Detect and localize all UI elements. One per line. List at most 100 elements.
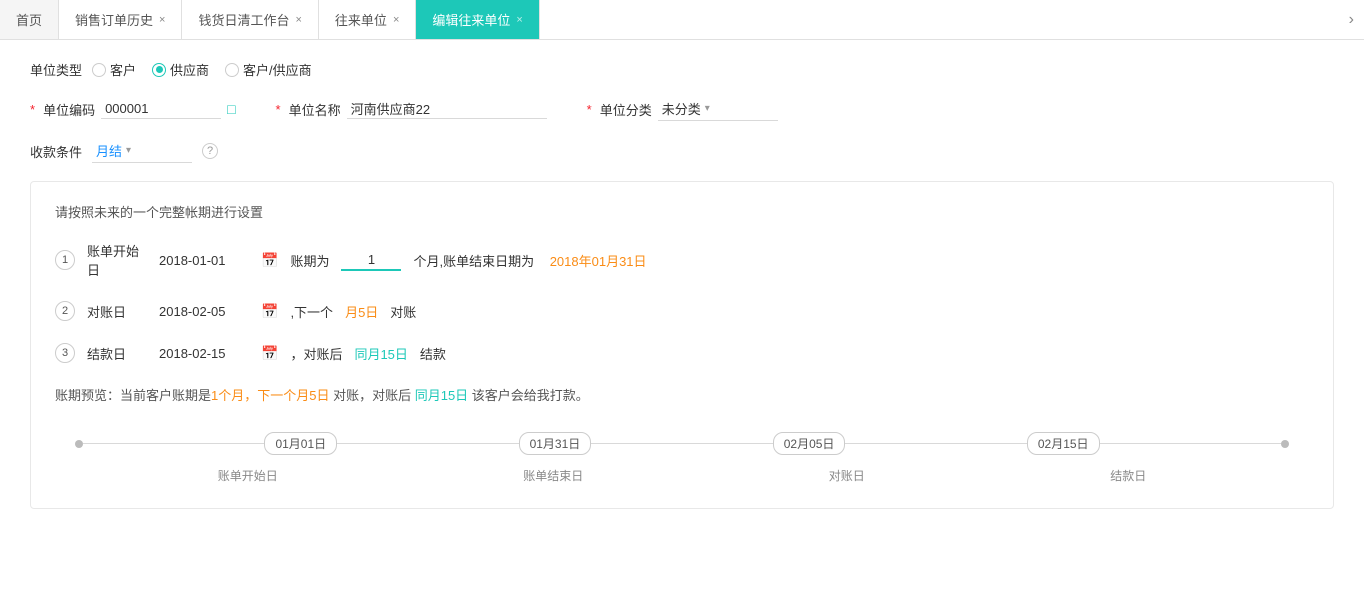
radio-circle-both bbox=[225, 63, 239, 77]
period-card: 请按照未来的一个完整帐期进行设置 1 账单开始日 2018-01-01 📅 账期… bbox=[30, 181, 1334, 509]
period-desc-prefix-0: 账期为 bbox=[290, 251, 329, 270]
tl-line-0 bbox=[83, 443, 264, 444]
card-title: 请按照未来的一个完整帐期进行设置 bbox=[55, 202, 1309, 221]
tab-close-edit-counterparty[interactable]: × bbox=[516, 14, 522, 26]
timeline-labels: 账单开始日 账单结束日 对账日 结款日 bbox=[55, 463, 1309, 488]
unit-type-label: 单位类型 bbox=[30, 60, 82, 79]
radio-circle-customer bbox=[92, 63, 106, 77]
content-area: 单位类型 客户 供应商 客户/供应商 * 单位编码 □ * 单位名称 bbox=[0, 40, 1364, 608]
unit-name-input[interactable] bbox=[347, 99, 547, 119]
preview-label: 账期预览：当前客户账期是 bbox=[55, 388, 211, 403]
period-input-0[interactable] bbox=[341, 250, 401, 271]
copy-icon[interactable]: □ bbox=[227, 101, 235, 117]
unit-category-star: * bbox=[587, 102, 592, 117]
unit-category-select[interactable]: 未分类 ▾ bbox=[658, 97, 778, 121]
payment-condition-row: 收款条件 月结 ▾ ? bbox=[30, 139, 1334, 163]
period-date-1: 2018-02-05 bbox=[159, 304, 249, 319]
radio-circle-supplier bbox=[152, 63, 166, 77]
period-num-2: 3 bbox=[55, 343, 75, 363]
tab-edit-counterparty[interactable]: 编辑往来单位 × bbox=[416, 0, 539, 39]
tl-line-last bbox=[1100, 443, 1281, 444]
preview-part-1: 下一个月5日 bbox=[257, 388, 329, 403]
unit-info-row: * 单位编码 □ * 单位名称 * 单位分类 未分类 ▾ bbox=[30, 97, 1334, 121]
period-desc-suffix-1: 对账 bbox=[390, 302, 416, 321]
radio-supplier[interactable]: 供应商 bbox=[152, 60, 209, 79]
payment-condition-chevron: ▾ bbox=[126, 145, 131, 156]
timeline: 01月01日 01月31日 02月05日 02月15日 bbox=[55, 424, 1309, 463]
tab-label-sales-history: 销售订单历史 bbox=[75, 10, 153, 29]
tab-label-edit-counterparty: 编辑往来单位 bbox=[432, 10, 510, 29]
period-row-2: 2 对账日 2018-02-05 📅 ,下一个 月5日 对账 bbox=[55, 301, 1309, 321]
period-desc-suffix-0: 个月,账单结束日期为 bbox=[413, 251, 537, 270]
tab-close-sales-history[interactable]: × bbox=[159, 14, 165, 26]
unit-code-input[interactable] bbox=[101, 99, 221, 119]
tl-label-1: 账单结束日 bbox=[523, 467, 583, 484]
calendar-icon-0[interactable]: 📅 bbox=[261, 252, 278, 269]
tl-badge-0: 01月01日 bbox=[264, 432, 337, 455]
period-rows: 1 账单开始日 2018-01-01 📅 账期为 个月,账单结束日期为 2018… bbox=[55, 241, 1309, 363]
period-label-2: 结款日 bbox=[87, 344, 147, 363]
radio-both[interactable]: 客户/供应商 bbox=[225, 60, 312, 79]
period-desc-prefix-1: ,下一个 bbox=[290, 302, 333, 321]
unit-type-row: 单位类型 客户 供应商 客户/供应商 bbox=[30, 60, 1334, 79]
question-icon[interactable]: ? bbox=[202, 143, 218, 159]
calendar-icon-2[interactable]: 📅 bbox=[261, 345, 278, 362]
calendar-icon-1[interactable]: 📅 bbox=[261, 303, 278, 320]
unit-code-group: * 单位编码 □ bbox=[30, 99, 236, 119]
unit-name-star: * bbox=[276, 102, 281, 117]
tl-badge-1: 01月31日 bbox=[519, 432, 592, 455]
tl-line-3 bbox=[845, 443, 1026, 444]
tab-close-counterparty[interactable]: × bbox=[393, 14, 399, 26]
payment-condition-select[interactable]: 月结 ▾ bbox=[92, 139, 192, 163]
tab-cashier[interactable]: 钱货日清工作台 × bbox=[182, 0, 318, 39]
period-date-2: 2018-02-15 bbox=[159, 346, 249, 361]
preview-part-0: 1个月， bbox=[211, 388, 257, 403]
tab-label-counterparty: 往来单位 bbox=[335, 10, 387, 29]
tl-line-2 bbox=[591, 443, 772, 444]
radio-label-supplier: 供应商 bbox=[170, 60, 209, 79]
period-row-3: 3 结款日 2018-02-15 📅 ，对账后 同月15日 结款 bbox=[55, 343, 1309, 363]
tab-sales-history[interactable]: 销售订单历史 × bbox=[59, 0, 182, 39]
tl-line-1 bbox=[337, 443, 518, 444]
tab-home[interactable]: 首页 bbox=[0, 0, 59, 39]
period-desc-prefix-2: ，对账后 bbox=[290, 344, 342, 363]
tab-bar: 首页 销售订单历史 × 钱货日清工作台 × 往来单位 × 编辑往来单位 × › bbox=[0, 0, 1364, 40]
period-num-1: 2 bbox=[55, 301, 75, 321]
period-num-0: 1 bbox=[55, 250, 75, 270]
unit-category-group: * 单位分类 未分类 ▾ bbox=[587, 97, 778, 121]
tl-label-2: 对账日 bbox=[829, 467, 865, 484]
radio-label-both: 客户/供应商 bbox=[243, 60, 312, 79]
period-highlight-0: 2018年01月31日 bbox=[550, 251, 647, 270]
tl-badge-3: 02月15日 bbox=[1027, 432, 1100, 455]
unit-category-label: 单位分类 bbox=[600, 100, 652, 119]
tab-counterparty[interactable]: 往来单位 × bbox=[319, 0, 416, 39]
period-label-0: 账单开始日 bbox=[87, 241, 147, 279]
tl-badge-2: 02月05日 bbox=[773, 432, 846, 455]
payment-condition-value: 月结 bbox=[96, 141, 122, 160]
period-label-1: 对账日 bbox=[87, 302, 147, 321]
unit-code-label: 单位编码 bbox=[43, 100, 95, 119]
unit-type-radio-group: 客户 供应商 客户/供应商 bbox=[92, 60, 312, 79]
period-desc-suffix-2: 结款 bbox=[420, 344, 446, 363]
tab-more-button[interactable]: › bbox=[1339, 0, 1364, 39]
period-date-0: 2018-01-01 bbox=[159, 253, 249, 268]
radio-customer[interactable]: 客户 bbox=[92, 60, 136, 79]
preview-text: 账期预览：当前客户账期是1个月，下一个月5日 对账，对账后 同月15日 该客户会… bbox=[55, 385, 1309, 404]
preview-part-4: 该客户会给我打款。 bbox=[468, 388, 589, 403]
unit-category-chevron: ▾ bbox=[705, 103, 710, 114]
timeline-right-dot bbox=[1281, 440, 1289, 448]
tab-label-cashier: 钱货日清工作台 bbox=[198, 10, 289, 29]
tab-close-cashier[interactable]: × bbox=[295, 14, 301, 26]
unit-name-label: 单位名称 bbox=[289, 100, 341, 119]
radio-label-customer: 客户 bbox=[110, 60, 136, 79]
tab-label-home: 首页 bbox=[16, 10, 42, 29]
unit-category-value: 未分类 bbox=[662, 99, 701, 118]
period-row-1: 1 账单开始日 2018-01-01 📅 账期为 个月,账单结束日期为 2018… bbox=[55, 241, 1309, 279]
tl-label-0: 账单开始日 bbox=[218, 467, 278, 484]
payment-condition-label: 收款条件 bbox=[30, 142, 82, 161]
timeline-left-dot bbox=[75, 440, 83, 448]
preview-part-2: 对账，对账后 bbox=[329, 388, 414, 403]
period-highlight-2: 同月15日 bbox=[354, 344, 407, 363]
period-highlight-1: 月5日 bbox=[345, 302, 378, 321]
tl-label-3: 结款日 bbox=[1110, 467, 1146, 484]
